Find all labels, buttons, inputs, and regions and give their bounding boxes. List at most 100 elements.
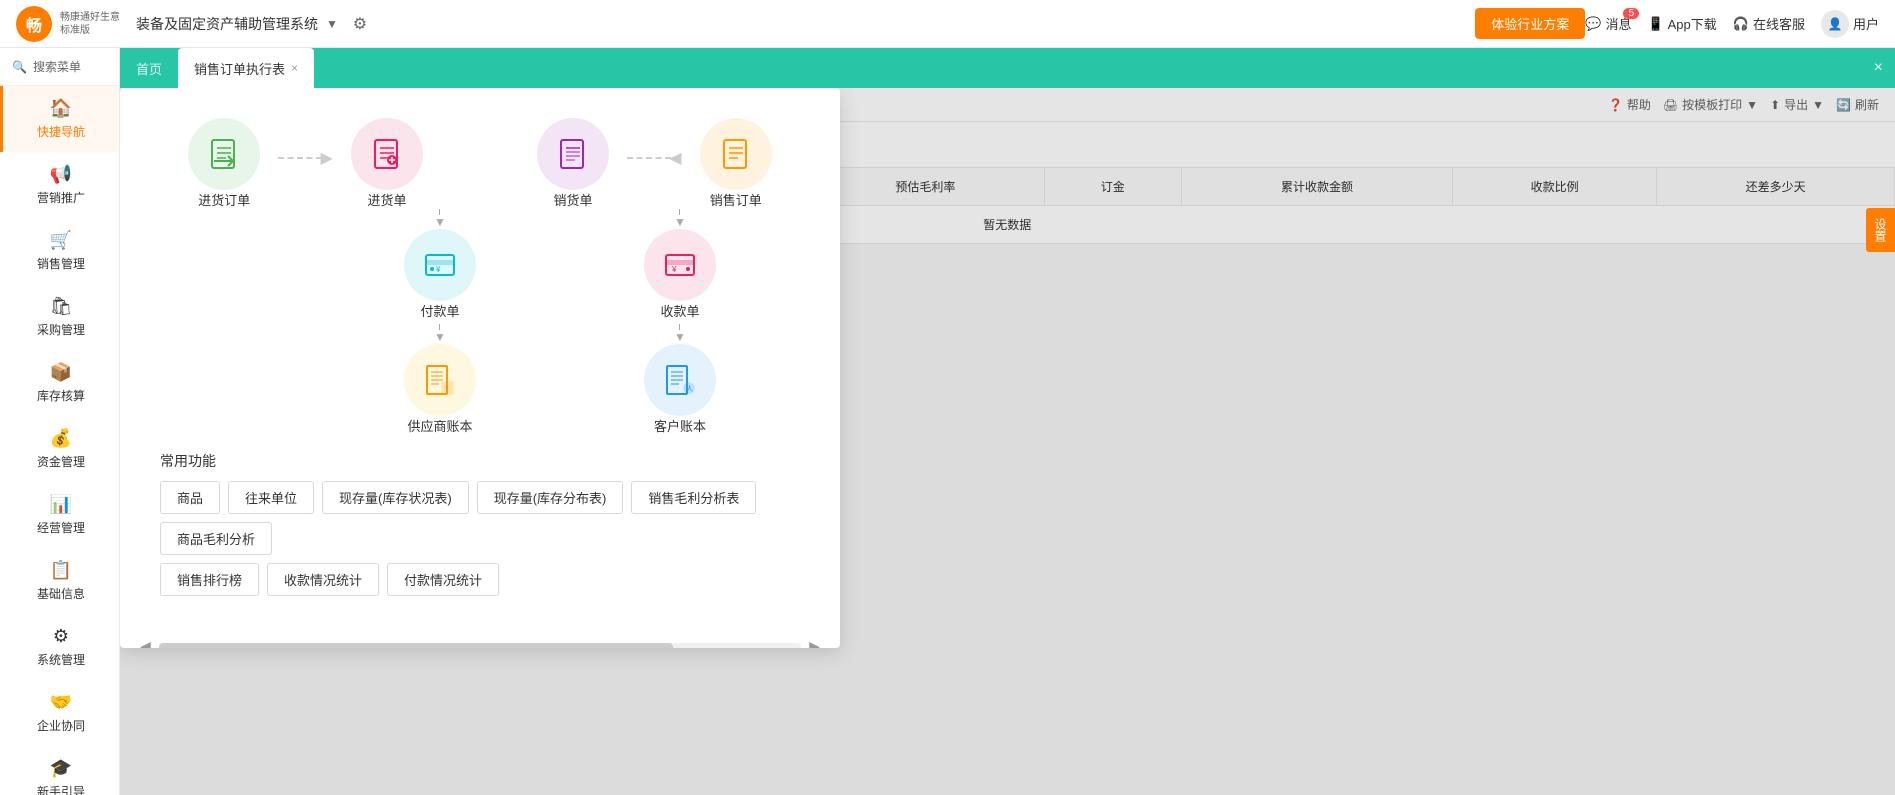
sidebar-item-label-finance: 资金管理: [37, 453, 85, 470]
sidebar-item-marketing[interactable]: 📢 营销推广: [0, 152, 119, 218]
app-logo-icon: 畅: [16, 6, 52, 42]
content-area: 首页 销售订单执行表 × × ❓ 帮助 🖨 按模板打印 ▼: [120, 48, 1895, 795]
sidebar-item-sales[interactable]: 🛒 销售管理: [0, 218, 119, 284]
purchase-bill-label: 进货单: [368, 190, 407, 209]
sidebar-item-operation[interactable]: 📊 经营管理: [0, 482, 119, 548]
sidebar-item-system[interactable]: ⚙ 系统管理: [0, 614, 119, 680]
message-icon-item[interactable]: 💬 消息 5: [1585, 14, 1631, 33]
app-logo-text: 畅康通好生意 标准版: [60, 11, 120, 37]
tab-bar-close-btn[interactable]: ×: [1874, 59, 1883, 77]
app-download-icon: 📱: [1647, 16, 1663, 32]
func-btn-partner[interactable]: 往来单位: [228, 481, 314, 514]
online-service-icon: 🎧: [1733, 16, 1749, 32]
func-btn-stock-status[interactable]: 现存量(库存状况表): [322, 481, 469, 514]
flow-sales-bill[interactable]: 销货单: [519, 118, 627, 209]
sales-icon: 🛒: [50, 230, 72, 251]
tab-sales-order[interactable]: 销售订单执行表 ×: [178, 48, 314, 88]
sales-bill-circle: [537, 118, 609, 190]
modal-scrollbar-area: ◀ ▶: [120, 634, 840, 648]
purchase-order-label: 进货订单: [198, 190, 250, 209]
sidebar-item-label-basic-info: 基础信息: [37, 585, 85, 602]
func-btn-sales-profit[interactable]: 销售毛利分析表: [631, 481, 756, 514]
svg-text:¥: ¥: [671, 265, 677, 274]
sidebar: 🔍 搜索菜单 🏠 快捷导航 📢 营销推广 🛒 销售管理 🛍 采购管理 📦 库存核…: [0, 48, 120, 795]
payment-label: 付款单: [420, 301, 459, 320]
sidebar-item-label-sales: 销售管理: [37, 255, 85, 272]
system-title-area: 装备及固定资产辅助管理系统 ▼ ⚙: [136, 10, 1475, 38]
common-funcs: 常用功能 商品 往来单位 现存量(库存状况表) 现存量(库存分布表) 销售毛利分…: [160, 451, 800, 596]
basic-info-icon: 📋: [50, 560, 72, 581]
system-title-text: 装备及固定资产辅助管理系统: [136, 14, 318, 34]
tab-sales-order-close[interactable]: ×: [291, 61, 298, 75]
system-icon: ⚙: [53, 626, 69, 647]
flow-purchase-order[interactable]: 进货订单: [170, 118, 278, 209]
search-menu-item[interactable]: 🔍 搜索菜单: [0, 48, 119, 86]
quick-nav-icon: 🏠: [50, 98, 72, 119]
quick-guide-modal: 进货订单 ▶ 进: [120, 88, 840, 648]
tab-home[interactable]: 首页: [120, 48, 178, 88]
search-menu-label: 搜索菜单: [33, 58, 81, 75]
side-settings-btn[interactable]: 设置: [1866, 208, 1895, 252]
settings-icon[interactable]: ⚙: [346, 10, 374, 38]
purchase-bill-circle: [351, 118, 423, 190]
operation-icon: 📊: [50, 494, 72, 515]
sidebar-item-purchase[interactable]: 🛍 采购管理: [0, 284, 119, 350]
receipt-circle: ¥: [644, 229, 716, 301]
system-dropdown-btn[interactable]: ▼: [326, 17, 338, 31]
user-name: 用户: [1853, 14, 1879, 33]
func-btn-stock-dist[interactable]: 现存量(库存分布表): [477, 481, 624, 514]
finance-icon: 💰: [50, 428, 72, 449]
supplier-account-label: 供应商账本: [407, 416, 472, 435]
flow-sales-order[interactable]: 销售订单: [682, 118, 790, 209]
svg-text:¥: ¥: [435, 265, 441, 274]
scrollbar-thumb: [159, 643, 673, 649]
sidebar-item-quick-nav[interactable]: 🏠 快捷导航: [0, 86, 119, 152]
header-right: 💬 消息 5 📱 App下载 🎧 在线客服 👤 用户: [1585, 10, 1879, 38]
func-btn-product[interactable]: 商品: [160, 481, 220, 514]
app-download-item[interactable]: 📱 App下载: [1647, 14, 1716, 33]
tab-sales-order-label: 销售订单执行表: [194, 59, 285, 78]
func-btn-receipt-stats[interactable]: 收款情况统计: [267, 563, 379, 596]
message-badge: 5: [1623, 8, 1639, 19]
supplier-circle: [404, 344, 476, 416]
trial-button[interactable]: 体验行业方案: [1475, 8, 1585, 39]
sales-order-label: 销售订单: [710, 190, 762, 209]
func-btn-sales-rank[interactable]: 销售排行榜: [160, 563, 259, 596]
purchase-icon: 🛍: [50, 296, 73, 317]
page-content: ❓ 帮助 🖨 按模板打印 ▼ ⬆ 导出 ▼ 🔄 刷新: [120, 88, 1895, 795]
quick-guide-overlay: 进货订单 ▶ 进: [120, 88, 1895, 795]
customer-account-label: 客户账本: [654, 416, 706, 435]
main-layout: 🔍 搜索菜单 🏠 快捷导航 📢 营销推广 🛒 销售管理 🛍 采购管理 📦 库存核…: [0, 48, 1895, 795]
top-header: 畅 畅康通好生意 标准版 装备及固定资产辅助管理系统 ▼ ⚙ 体验行业方案 💬 …: [0, 0, 1895, 48]
func-btn-payment-stats[interactable]: 付款情况统计: [387, 563, 499, 596]
func-btn-product-profit[interactable]: 商品毛利分析: [160, 522, 272, 555]
scrollbar-right-arrow[interactable]: ▶: [809, 638, 820, 648]
sales-order-circle: [700, 118, 772, 190]
sidebar-item-label-operation: 经营管理: [37, 519, 85, 536]
sidebar-item-label-quick-nav: 快捷导航: [37, 123, 85, 140]
sidebar-item-label-newbie: 新手引导: [37, 783, 85, 795]
sidebar-item-inventory[interactable]: 📦 库存核算: [0, 350, 119, 416]
customer-circle: 人: [644, 344, 716, 416]
sidebar-item-basic-info[interactable]: 📋 基础信息: [0, 548, 119, 614]
arrow-1: ▶: [278, 148, 332, 168]
sidebar-item-label-enterprise: 企业协同: [37, 717, 85, 734]
common-funcs-title: 常用功能: [160, 451, 800, 471]
flow-purchase-bill[interactable]: 进货单: [333, 118, 441, 209]
sidebar-item-label-system: 系统管理: [37, 651, 85, 668]
sidebar-item-enterprise[interactable]: 🤝 企业协同: [0, 680, 119, 746]
func-buttons-row1: 商品 往来单位 现存量(库存状况表) 现存量(库存分布表) 销售毛利分析表 商品…: [160, 481, 800, 555]
sidebar-item-newbie[interactable]: 🎓 新手引导: [0, 746, 119, 795]
sidebar-item-finance[interactable]: 💰 资金管理: [0, 416, 119, 482]
scrollbar-left-arrow[interactable]: ◀: [140, 638, 151, 648]
search-icon: 🔍: [12, 60, 27, 74]
enterprise-icon: 🤝: [50, 692, 72, 713]
newbie-icon: 🎓: [50, 758, 72, 779]
func-buttons-row2: 销售排行榜 收款情况统计 付款情况统计: [160, 563, 800, 596]
payment-circle: ¥: [404, 229, 476, 301]
online-service-item[interactable]: 🎧 在线客服: [1733, 14, 1805, 33]
logo-area: 畅 畅康通好生意 标准版: [16, 6, 136, 42]
user-item[interactable]: 👤 用户: [1821, 10, 1879, 38]
sidebar-item-label-inventory: 库存核算: [37, 387, 85, 404]
modal-scrollbar[interactable]: [159, 643, 801, 649]
